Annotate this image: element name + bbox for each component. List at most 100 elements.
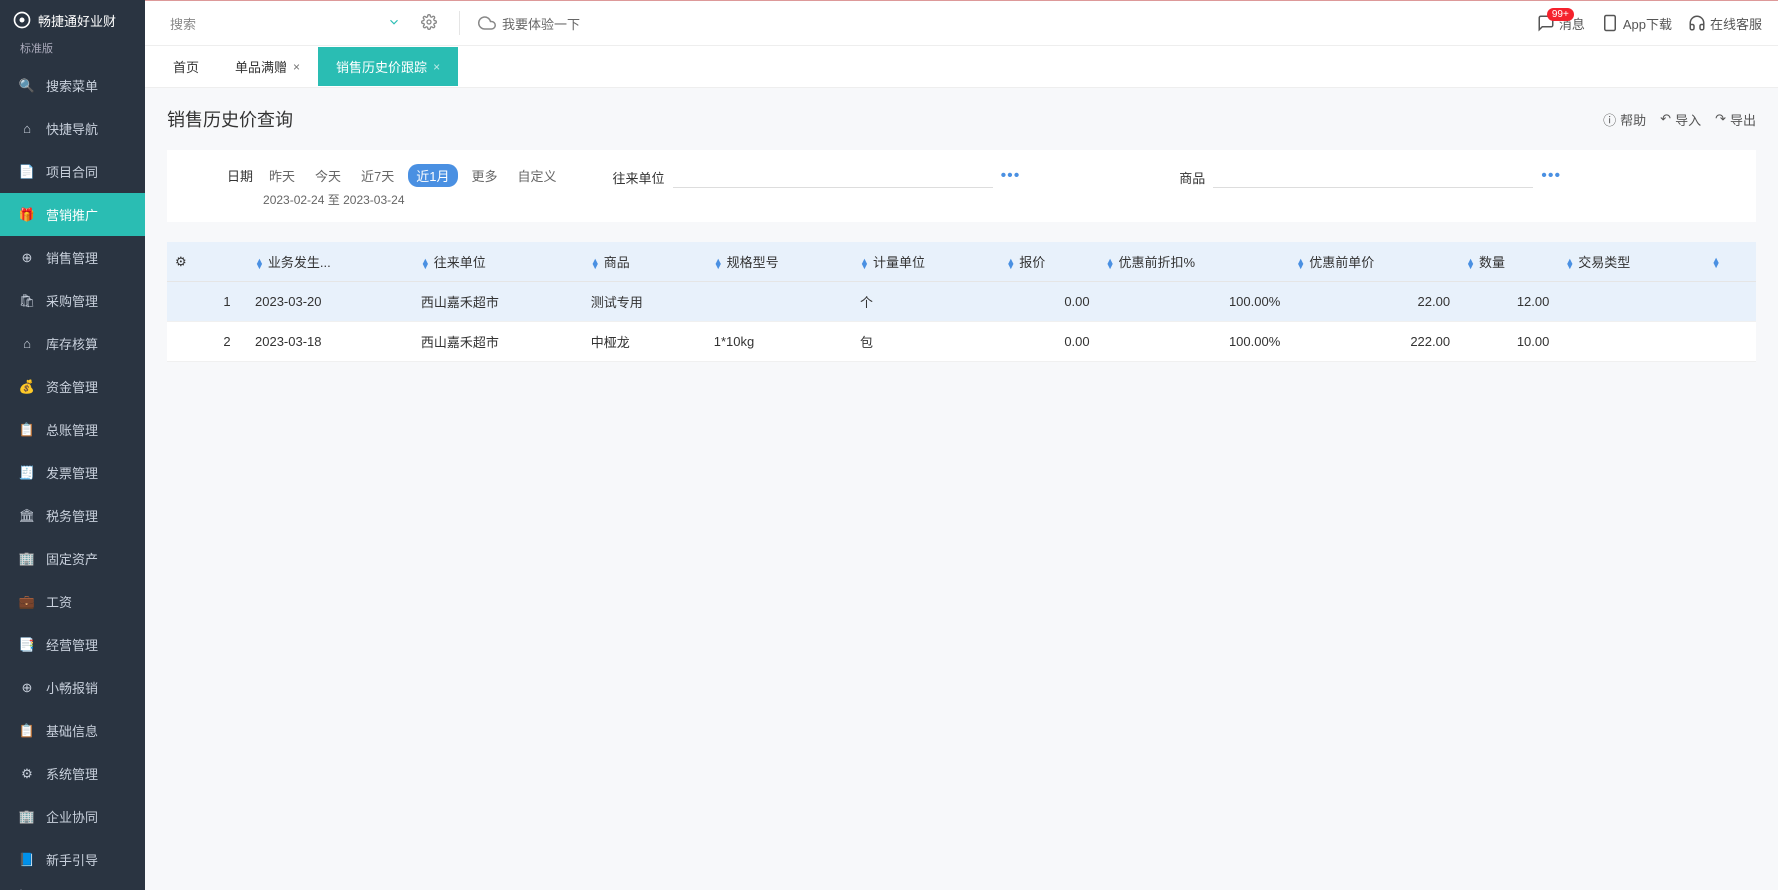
tab-1[interactable]: 单品满赠 × <box>217 47 318 86</box>
column-header-5[interactable]: ▲▼规格型号 <box>706 242 852 282</box>
date-option-5[interactable]: 自定义 <box>512 164 563 187</box>
search-placeholder: 搜索 <box>170 14 196 33</box>
column-header-6[interactable]: ▲▼计量单位 <box>852 242 998 282</box>
cell <box>706 282 852 322</box>
column-header-3[interactable]: ▲▼往来单位 <box>413 242 583 282</box>
gear-icon[interactable]: ⚙ <box>175 254 187 269</box>
date-option-0[interactable]: 昨天 <box>263 164 301 187</box>
column-header-7[interactable]: ▲▼报价 <box>998 242 1097 282</box>
sidebar-item-10[interactable]: 🏛税务管理 <box>0 494 145 537</box>
settings-icon[interactable] <box>417 10 441 37</box>
sidebar: 畅捷通好业财 标准版 🔍搜索菜单⌂快捷导航📄项目合同🎁营销推广⊕销售管理🛍采购管… <box>0 0 145 890</box>
partner-filter: 往来单位 ••• <box>613 164 1130 188</box>
sidebar-item-8[interactable]: 📋总账管理 <box>0 408 145 451</box>
export-icon: ↷ <box>1715 111 1726 127</box>
tab-2[interactable]: 销售历史价跟踪× <box>318 47 458 86</box>
sidebar-icon-16: ⚙ <box>18 765 36 783</box>
sidebar-icon-12: 💼 <box>18 593 36 611</box>
sidebar-item-label: 经营管理 <box>46 635 98 654</box>
sort-icon: ▲▼ <box>714 259 723 269</box>
date-to-label: 至 <box>328 193 340 207</box>
table-row[interactable]: 12023-03-20西山嘉禾超市测试专用个0.00100.00%22.0012… <box>167 282 1756 322</box>
date-option-1[interactable]: 今天 <box>309 164 347 187</box>
cell: 2023-03-18 <box>247 322 413 362</box>
cell: 222.00 <box>1288 322 1458 362</box>
table-container: ⚙▲▼业务发生...▲▼往来单位▲▼商品▲▼规格型号▲▼计量单位▲▼报价▲▼优惠… <box>145 242 1778 890</box>
sidebar-item-2[interactable]: 📄项目合同 <box>0 150 145 193</box>
date-option-2[interactable]: 近7天 <box>355 164 400 187</box>
sidebar-item-7[interactable]: 💰资金管理 <box>0 365 145 408</box>
sidebar-item-16[interactable]: ⚙系统管理 <box>0 752 145 795</box>
cell: 包 <box>852 322 998 362</box>
sidebar-item-15[interactable]: 📋基础信息 <box>0 709 145 752</box>
sidebar-item-11[interactable]: 🏢固定资产 <box>0 537 145 580</box>
cell <box>1704 282 1756 322</box>
tab-label: 单品满赠 <box>235 57 287 76</box>
date-from: 2023-02-24 <box>263 193 324 207</box>
product-more-icon[interactable]: ••• <box>1541 167 1561 185</box>
column-header-8[interactable]: ▲▼优惠前折扣% <box>1098 242 1289 282</box>
sidebar-item-6[interactable]: ⌂库存核算 <box>0 322 145 365</box>
cell: 西山嘉禾超市 <box>413 282 583 322</box>
sidebar-item-12[interactable]: 💼工资 <box>0 580 145 623</box>
cell <box>1557 282 1703 322</box>
sidebar-item-label: 项目合同 <box>46 162 98 181</box>
sidebar-item-14[interactable]: ⊕ 小畅报销 <box>0 666 145 709</box>
date-option-3[interactable]: 近1月 <box>408 164 457 187</box>
table-row[interactable]: 22023-03-18西山嘉禾超市中桠龙1*10kg包0.00100.00%22… <box>167 322 1756 362</box>
cell: 22.00 <box>1288 282 1458 322</box>
cell: 1*10kg <box>706 322 852 362</box>
column-header-1[interactable] <box>207 242 247 282</box>
sidebar-item-4[interactable]: ⊕销售管理 <box>0 236 145 279</box>
sidebar-item-18[interactable]: 📘新手引导 <box>0 838 145 881</box>
column-header-0[interactable]: ⚙ <box>167 242 207 282</box>
sidebar-icon-10: 🏛 <box>18 507 36 525</box>
column-label: 计量单位 <box>873 255 925 270</box>
column-header-10[interactable]: ▲▼数量 <box>1458 242 1557 282</box>
sort-icon: ▲▼ <box>1106 259 1115 269</box>
date-label: 日期 <box>227 164 253 185</box>
sidebar-item-label: 搜索菜单 <box>46 76 98 95</box>
partner-more-icon[interactable]: ••• <box>1001 167 1021 185</box>
sidebar-item-5[interactable]: 🛍采购管理 <box>0 279 145 322</box>
sidebar-item-3[interactable]: 🎁营销推广 <box>0 193 145 236</box>
close-icon[interactable]: × <box>293 60 300 74</box>
sidebar-item-label: 企业协同 <box>46 807 98 826</box>
close-icon[interactable]: × <box>433 60 440 74</box>
sidebar-item-13[interactable]: 📑经营管理 <box>0 623 145 666</box>
app-download-button[interactable]: App下载 <box>1601 14 1672 33</box>
cell: 1 <box>207 282 247 322</box>
brand-name: 畅捷通好业财 <box>38 11 116 30</box>
sidebar-item-label: 营销推广 <box>46 205 98 224</box>
column-header-12[interactable]: ▲▼ <box>1704 242 1756 282</box>
sidebar-item-17[interactable]: 🏢 企业协同 <box>0 795 145 838</box>
help-button[interactable]: ⓘ 帮助 <box>1603 110 1646 129</box>
date-option-4[interactable]: 更多 <box>466 164 504 187</box>
product-input[interactable] <box>1213 164 1533 188</box>
column-header-2[interactable]: ▲▼业务发生... <box>247 242 413 282</box>
column-header-11[interactable]: ▲▼交易类型 <box>1557 242 1703 282</box>
try-experience-button[interactable]: 我要体验一下 <box>478 14 580 33</box>
support-button[interactable]: 在线客服 <box>1688 14 1762 33</box>
sidebar-icon-1: ⌂ <box>18 120 36 138</box>
chevron-down-icon[interactable] <box>383 11 405 36</box>
import-button[interactable]: ↶ 导入 <box>1660 110 1701 129</box>
sidebar-item-9[interactable]: 🧾发票管理 <box>0 451 145 494</box>
sidebar-icon-0: 🔍 <box>18 77 36 95</box>
try-label: 我要体验一下 <box>502 14 580 33</box>
partner-input[interactable] <box>673 164 993 188</box>
sidebar-icon-17: 🏢 <box>18 808 36 826</box>
cell: 西山嘉禾超市 <box>413 322 583 362</box>
cell <box>167 282 207 322</box>
sidebar-item-0[interactable]: 🔍 搜索菜单 <box>0 64 145 107</box>
column-header-9[interactable]: ▲▼优惠前单价 <box>1288 242 1458 282</box>
sidebar-icon-14: ⊕ <box>18 679 36 697</box>
search-input[interactable]: 搜索 <box>161 9 371 37</box>
tab-0[interactable]: 首页 <box>155 47 217 86</box>
column-header-4[interactable]: ▲▼商品 <box>583 242 706 282</box>
export-button[interactable]: ↷ 导出 <box>1715 110 1756 129</box>
sidebar-item-1[interactable]: ⌂快捷导航 <box>0 107 145 150</box>
sidebar-item-label: 小畅报销 <box>46 678 98 697</box>
message-button[interactable]: 99+ 消息 <box>1537 14 1585 33</box>
sidebar-item-label: 采购管理 <box>46 291 98 310</box>
